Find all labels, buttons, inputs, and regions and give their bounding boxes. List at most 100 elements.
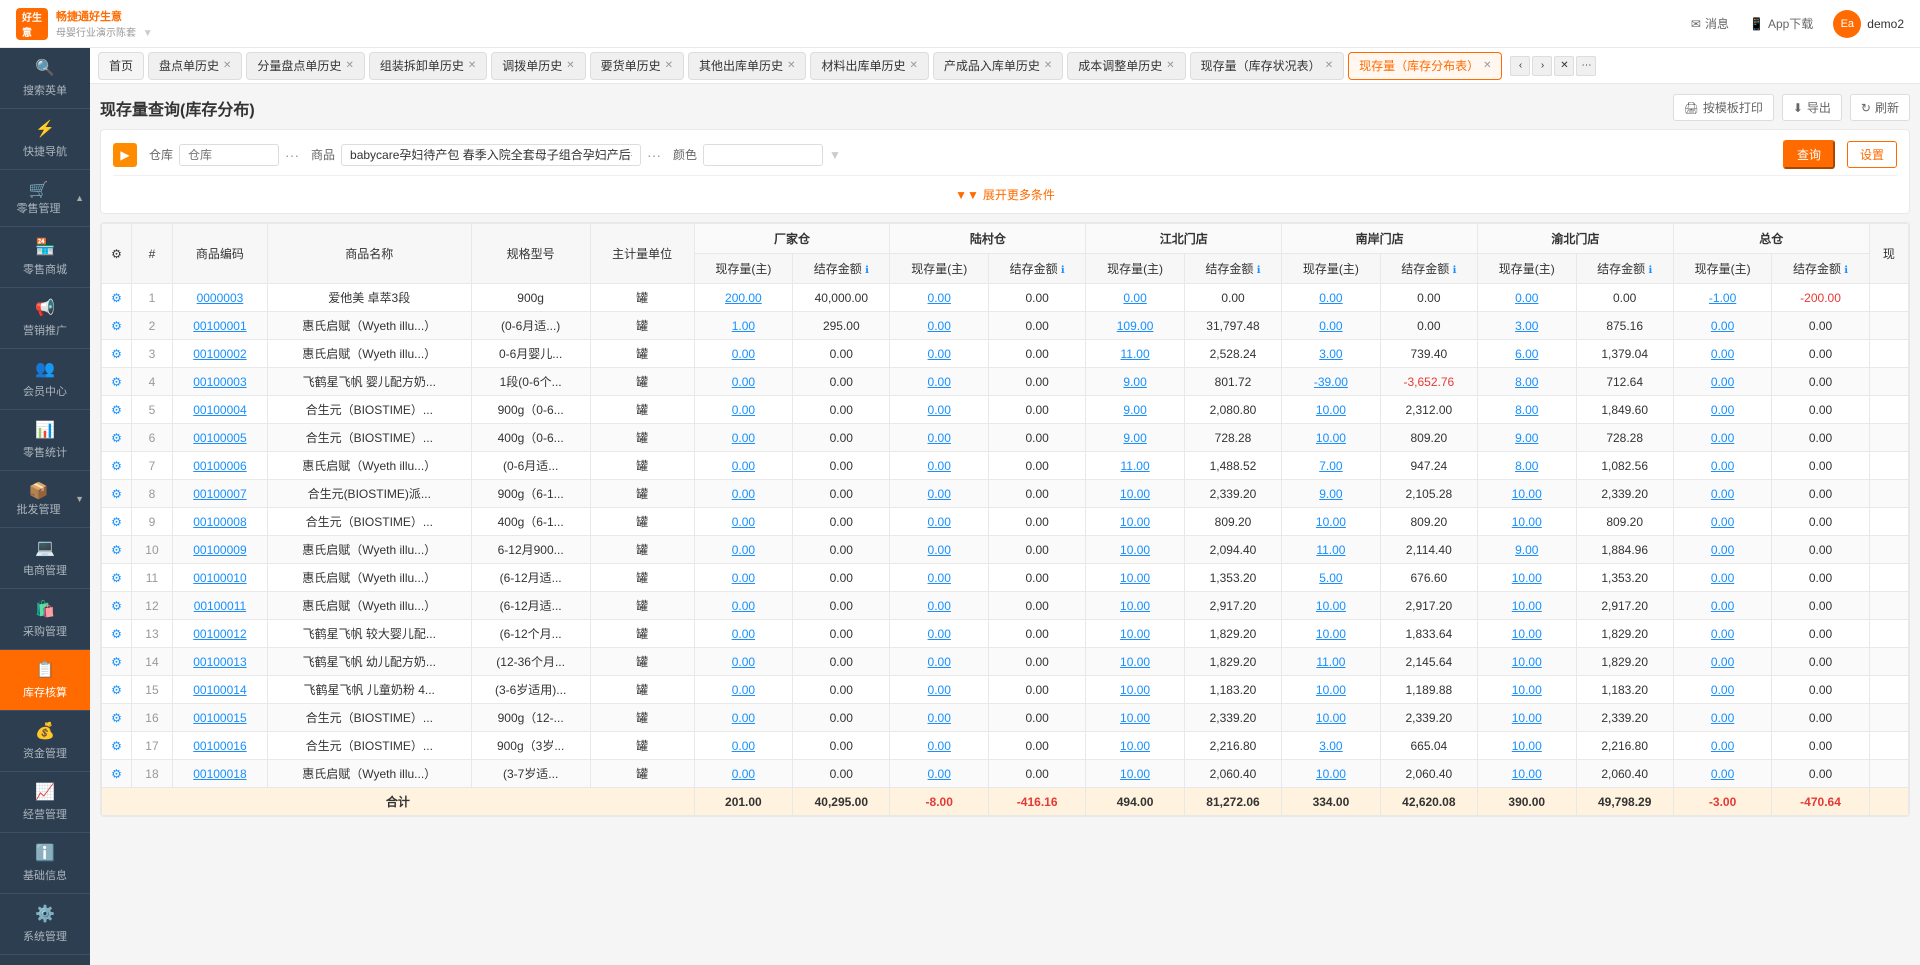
tab-stock-status[interactable]: 现存量（库存状况表） ✕: [1190, 52, 1344, 80]
sidebar-item-wholesale[interactable]: 📦 批发管理 ▼: [0, 471, 90, 528]
row-yb-stock[interactable]: 10.00: [1478, 760, 1576, 788]
row-f-stock[interactable]: 0.00: [694, 732, 792, 760]
sidebar-item-inventory[interactable]: 📋 库存核算: [0, 650, 90, 711]
row-yb-stock[interactable]: 10.00: [1478, 508, 1576, 536]
color-input[interactable]: [703, 144, 823, 166]
row-t-stock[interactable]: 0.00: [1673, 480, 1771, 508]
row-gear[interactable]: ⚙: [102, 340, 132, 368]
sidebar-item-ecommerce[interactable]: 💻 电商管理: [0, 528, 90, 589]
row-f-stock[interactable]: 0.00: [694, 396, 792, 424]
nav-menu[interactable]: ⋯: [1576, 56, 1596, 76]
settings-btn[interactable]: 设置: [1847, 141, 1897, 168]
row-yb-stock[interactable]: 6.00: [1478, 340, 1576, 368]
sidebar-item-basic-info[interactable]: ℹ️ 基础信息: [0, 833, 90, 894]
export-btn[interactable]: ⬇ 导出: [1782, 94, 1842, 121]
row-code[interactable]: 00100014: [172, 676, 267, 704]
tab-cost-adjust-history[interactable]: 成本调整单历史 ✕: [1067, 52, 1185, 80]
row-jb-stock[interactable]: 10.00: [1086, 620, 1184, 648]
row-na-stock[interactable]: 0.00: [1282, 284, 1380, 312]
row-t-stock[interactable]: 0.00: [1673, 312, 1771, 340]
row-gear[interactable]: ⚙: [102, 760, 132, 788]
row-t-stock[interactable]: 0.00: [1673, 592, 1771, 620]
row-na-stock[interactable]: 10.00: [1282, 620, 1380, 648]
product-input[interactable]: [341, 144, 641, 166]
row-code[interactable]: 00100008: [172, 508, 267, 536]
row-gear[interactable]: ⚙: [102, 592, 132, 620]
row-f-stock[interactable]: 0.00: [694, 452, 792, 480]
row-l-stock[interactable]: 0.00: [890, 312, 988, 340]
row-t-stock[interactable]: 0.00: [1673, 732, 1771, 760]
row-na-stock[interactable]: 5.00: [1282, 564, 1380, 592]
row-gear[interactable]: ⚙: [102, 452, 132, 480]
nav-next[interactable]: ›: [1532, 56, 1552, 76]
row-l-stock[interactable]: 0.00: [890, 648, 988, 676]
row-jb-stock[interactable]: 10.00: [1086, 480, 1184, 508]
product-dots[interactable]: ···: [647, 147, 661, 163]
row-t-stock[interactable]: 0.00: [1673, 704, 1771, 732]
row-jb-stock[interactable]: 0.00: [1086, 284, 1184, 312]
row-na-stock[interactable]: 7.00: [1282, 452, 1380, 480]
row-jb-stock[interactable]: 10.00: [1086, 564, 1184, 592]
row-jb-stock[interactable]: 9.00: [1086, 424, 1184, 452]
row-yb-stock[interactable]: 8.00: [1478, 368, 1576, 396]
row-l-stock[interactable]: 0.00: [890, 508, 988, 536]
row-l-stock[interactable]: 0.00: [890, 536, 988, 564]
row-f-stock[interactable]: 0.00: [694, 340, 792, 368]
row-code[interactable]: 00100005: [172, 424, 267, 452]
row-yb-stock[interactable]: 10.00: [1478, 676, 1576, 704]
row-jb-stock[interactable]: 10.00: [1086, 704, 1184, 732]
row-jb-stock[interactable]: 10.00: [1086, 508, 1184, 536]
row-l-stock[interactable]: 0.00: [890, 564, 988, 592]
row-code[interactable]: 00100007: [172, 480, 267, 508]
row-code[interactable]: 00100016: [172, 732, 267, 760]
row-gear[interactable]: ⚙: [102, 396, 132, 424]
row-l-stock[interactable]: 0.00: [890, 452, 988, 480]
row-yb-stock[interactable]: 8.00: [1478, 452, 1576, 480]
close-tab-4[interactable]: ✕: [566, 60, 574, 71]
row-t-stock[interactable]: 0.00: [1673, 452, 1771, 480]
row-yb-stock[interactable]: 8.00: [1478, 396, 1576, 424]
row-na-stock[interactable]: 11.00: [1282, 648, 1380, 676]
row-na-stock[interactable]: 3.00: [1282, 340, 1380, 368]
close-tab-2[interactable]: ✕: [345, 60, 353, 71]
row-l-stock[interactable]: 0.00: [890, 704, 988, 732]
row-gear[interactable]: ⚙: [102, 732, 132, 760]
tab-transfer-history[interactable]: 调拨单历史 ✕: [491, 52, 585, 80]
row-code[interactable]: 00100012: [172, 620, 267, 648]
nav-prev[interactable]: ‹: [1510, 56, 1530, 76]
tab-other-out-history[interactable]: 其他出库单历史 ✕: [688, 52, 806, 80]
row-jb-stock[interactable]: 11.00: [1086, 340, 1184, 368]
row-l-stock[interactable]: 0.00: [890, 368, 988, 396]
row-f-stock[interactable]: 1.00: [694, 312, 792, 340]
close-tab-9[interactable]: ✕: [1166, 60, 1174, 71]
row-f-stock[interactable]: 0.00: [694, 592, 792, 620]
row-jb-stock[interactable]: 9.00: [1086, 368, 1184, 396]
row-gear[interactable]: ⚙: [102, 564, 132, 592]
row-t-stock[interactable]: 0.00: [1673, 508, 1771, 536]
row-l-stock[interactable]: 0.00: [890, 340, 988, 368]
close-tab-3[interactable]: ✕: [468, 60, 476, 71]
row-f-stock[interactable]: 0.00: [694, 676, 792, 704]
row-yb-stock[interactable]: 10.00: [1478, 732, 1576, 760]
row-f-stock[interactable]: 0.00: [694, 760, 792, 788]
row-code[interactable]: 00100015: [172, 704, 267, 732]
row-yb-stock[interactable]: 0.00: [1478, 284, 1576, 312]
sidebar-item-marketing[interactable]: 📢 营销推广: [0, 288, 90, 349]
row-code[interactable]: 0000003: [172, 284, 267, 312]
refresh-btn[interactable]: ↻ 刷新: [1850, 94, 1910, 121]
row-t-stock[interactable]: 0.00: [1673, 648, 1771, 676]
tab-stock-distribution[interactable]: 现存量（库存分布表） ✕: [1348, 52, 1502, 80]
row-f-stock[interactable]: 0.00: [694, 424, 792, 452]
row-na-stock[interactable]: 10.00: [1282, 396, 1380, 424]
row-t-stock[interactable]: 0.00: [1673, 676, 1771, 704]
filter-expand-btn[interactable]: ▶: [113, 143, 137, 167]
row-yb-stock[interactable]: 10.00: [1478, 564, 1576, 592]
print-btn[interactable]: 🖨 按模板打印: [1673, 94, 1774, 121]
row-l-stock[interactable]: 0.00: [890, 676, 988, 704]
row-gear[interactable]: ⚙: [102, 284, 132, 312]
row-f-stock[interactable]: 0.00: [694, 536, 792, 564]
row-t-stock[interactable]: 0.00: [1673, 536, 1771, 564]
row-t-stock[interactable]: 0.00: [1673, 760, 1771, 788]
row-yb-stock[interactable]: 9.00: [1478, 424, 1576, 452]
sidebar-item-retail-mall[interactable]: 🏪 零售商城: [0, 227, 90, 288]
